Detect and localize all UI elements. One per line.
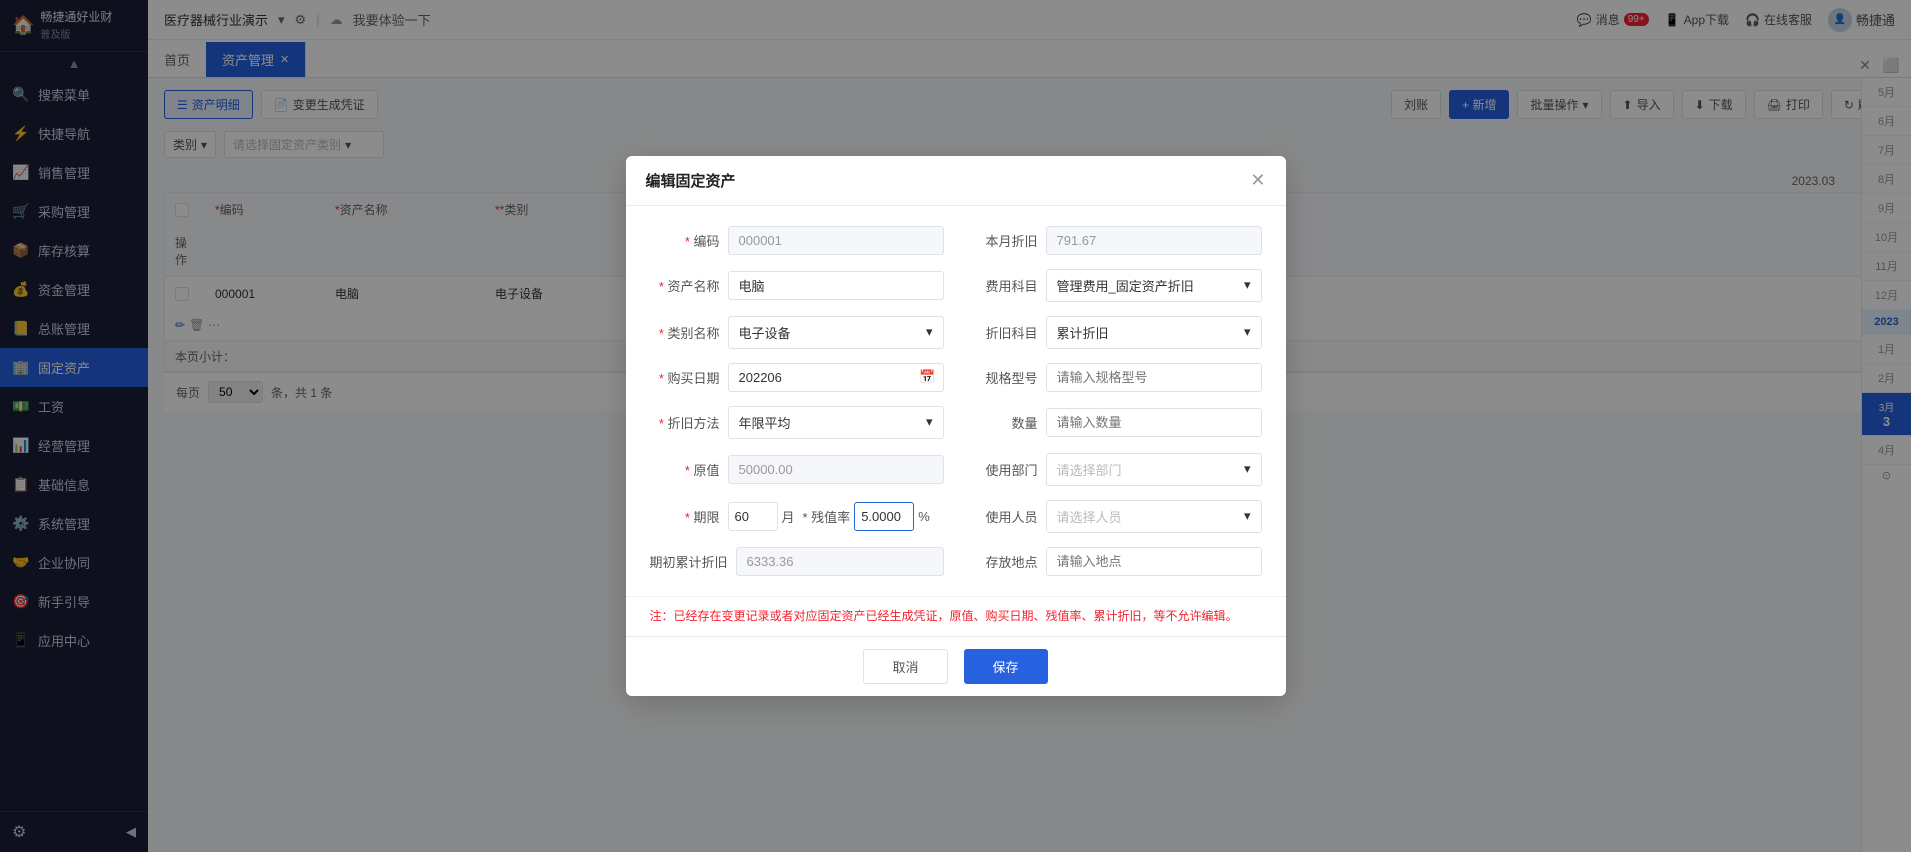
purchase-date-label: 购买日期	[650, 368, 720, 387]
dropdown-arrow: ▾	[1244, 277, 1251, 293]
code-input[interactable]	[728, 226, 944, 255]
monthly-dep-input	[1046, 226, 1262, 255]
dialog-header: 编辑固定资产 ✕	[626, 156, 1286, 206]
dialog-title: 编辑固定资产	[646, 170, 736, 191]
accum-dep-input	[736, 547, 944, 576]
location-label: 存放地点	[968, 552, 1038, 571]
form-item-dep-cat: 折旧科目 累计折旧 ▾	[968, 316, 1262, 349]
asset-name-label: 资产名称	[650, 276, 720, 295]
form-item-quantity: 数量	[968, 406, 1262, 439]
form-item-accum-dep: 期初累计折旧	[650, 547, 944, 576]
location-input[interactable]	[1046, 547, 1262, 576]
spec-label: 规格型号	[968, 368, 1038, 387]
calendar-icon: 📅	[919, 369, 935, 385]
form-item-category: 类别名称 电子设备 ▾	[650, 316, 944, 349]
expense-cat-select[interactable]: 管理费用_固定资产折旧 ▾	[1046, 269, 1262, 302]
purchase-date-wrap: 📅	[728, 363, 944, 392]
dropdown-arrow3: ▾	[1244, 324, 1251, 340]
form-item-user: 使用人员 请选择人员 ▾	[968, 500, 1262, 533]
dropdown-arrow2: ▾	[926, 324, 933, 340]
form-item-location: 存放地点	[968, 547, 1262, 576]
form-item-original-value: 原值	[650, 453, 944, 486]
dep-method-select[interactable]: 年限平均 ▾	[728, 406, 944, 439]
form-item-code: 编码	[650, 226, 944, 255]
dep-method-label: 折旧方法	[650, 413, 720, 432]
expense-cat-label: 费用科目	[968, 276, 1038, 295]
period-label: 期限	[650, 507, 720, 526]
category-select[interactable]: 电子设备 ▾	[728, 316, 944, 349]
purchase-date-input[interactable]	[728, 363, 944, 392]
dialog-close-btn[interactable]: ✕	[1250, 170, 1265, 191]
code-label: 编码	[650, 231, 720, 250]
original-value-label: 原值	[650, 460, 720, 479]
residual-rate-input	[854, 502, 914, 531]
monthly-dep-label: 本月折旧	[968, 231, 1038, 250]
dropdown-arrow6: ▾	[1244, 508, 1251, 524]
form-item-department: 使用部门 请选择部门 ▾	[968, 453, 1262, 486]
dialog-footer: 取消 保存	[626, 636, 1286, 696]
period-unit: 月	[782, 507, 795, 526]
quantity-input[interactable]	[1046, 408, 1262, 437]
department-select[interactable]: 请选择部门 ▾	[1046, 453, 1262, 486]
user-select[interactable]: 请选择人员 ▾	[1046, 500, 1262, 533]
form-grid: 编码 本月折旧 资产名称 费用科目 管理费用_固定资产折旧	[650, 226, 1262, 576]
asset-name-input[interactable]	[728, 271, 944, 300]
department-label: 使用部门	[968, 460, 1038, 479]
category-label: 类别名称	[650, 323, 720, 342]
spec-input[interactable]	[1046, 363, 1262, 392]
original-value-input	[728, 455, 944, 484]
user-label: 使用人员	[968, 507, 1038, 526]
edit-asset-dialog: 编辑固定资产 ✕ 编码 本月折旧 资产名称	[626, 156, 1286, 696]
accum-dep-label: 期初累计折旧	[650, 552, 728, 571]
period-input	[728, 502, 778, 531]
form-item-purchase-date: 购买日期 📅	[650, 363, 944, 392]
form-item-dep-method: 折旧方法 年限平均 ▾	[650, 406, 944, 439]
form-item-asset-name: 资产名称	[650, 269, 944, 302]
quantity-label: 数量	[968, 413, 1038, 432]
residual-rate-label: * 残值率	[803, 507, 851, 526]
form-item-period-residual: 期限 月 * 残值率 %	[650, 500, 944, 533]
residual-rate-unit: %	[918, 509, 930, 524]
dropdown-arrow5: ▾	[1244, 461, 1251, 477]
save-button[interactable]: 保存	[964, 649, 1048, 684]
dep-cat-label: 折旧科目	[968, 323, 1038, 342]
dropdown-arrow4: ▾	[926, 414, 933, 430]
dialog-body: 编码 本月折旧 资产名称 费用科目 管理费用_固定资产折旧	[626, 206, 1286, 596]
form-item-spec: 规格型号	[968, 363, 1262, 392]
dialog-note: 注：已经存在变更记录或者对应固定资产已经生成凭证，原值、购买日期、残值率、累计折…	[626, 596, 1286, 636]
dep-cat-select[interactable]: 累计折旧 ▾	[1046, 316, 1262, 349]
form-item-monthly-dep: 本月折旧	[968, 226, 1262, 255]
form-item-expense-cat: 费用科目 管理费用_固定资产折旧 ▾	[968, 269, 1262, 302]
cancel-button[interactable]: 取消	[863, 649, 947, 684]
dialog-overlay: 编辑固定资产 ✕ 编码 本月折旧 资产名称	[0, 0, 1911, 852]
